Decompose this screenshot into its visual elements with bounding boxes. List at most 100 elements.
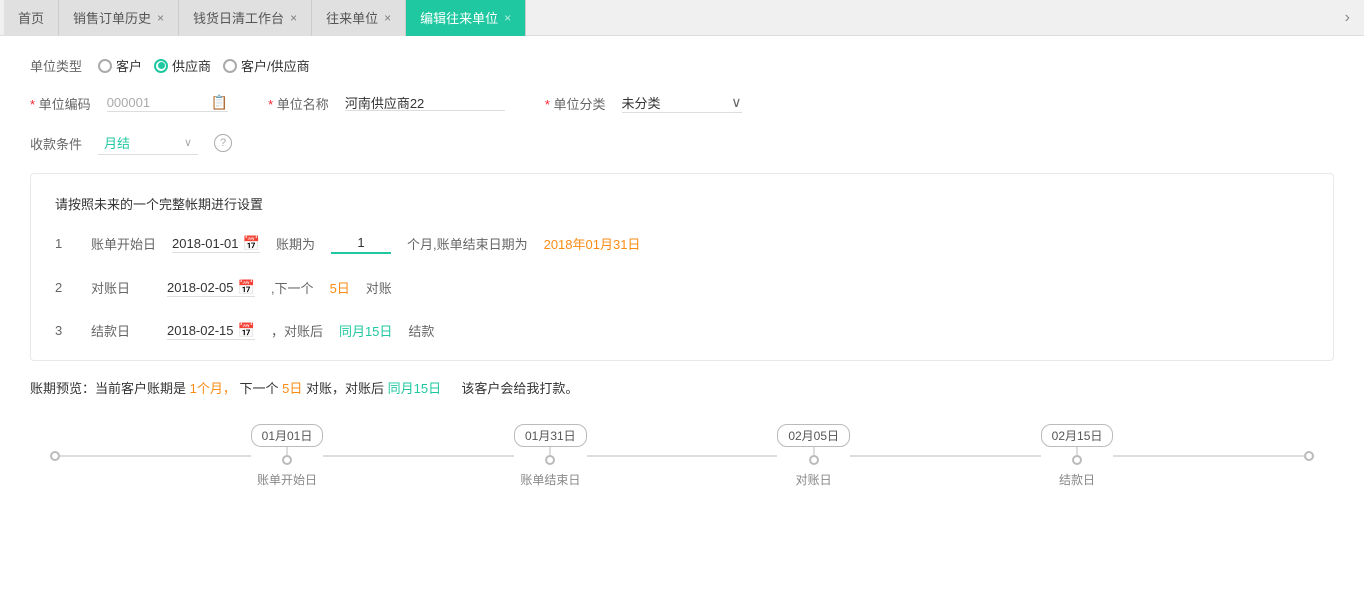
tab-expand-button[interactable]: › [1335,9,1360,27]
preview-text: 账期预览：当前客户账期是 1个月， 下一个 5日 对账，对账后 同月15日 该客… [30,377,1334,400]
period-row-1: 1 账单开始日 2018-01-01 📅 账期为 个月,账单结束日期为 2018… [55,233,1309,254]
tab-sales-history-close[interactable]: × [157,11,164,25]
timeline-node-4-desc: 结款日 [1059,471,1095,488]
timeline-node-4-label: 02月15日 [1041,424,1114,447]
timeline-node-2-stem [549,447,551,455]
tab-sales-history-label: 销售订单历史 [73,8,151,27]
timeline-node-4: 02月15日 结款日 [1041,424,1114,488]
period-row-1-date-value: 2018-01-01 [172,236,239,251]
unit-code-input[interactable] [107,95,207,110]
unit-type-label: 单位类型 [30,56,82,75]
tab-related-unit-label: 往来单位 [326,8,378,27]
radio-customer-supplier[interactable]: 客户/供应商 [223,56,310,75]
tab-cash-workbench[interactable]: 钱货日清工作台 × [179,0,312,36]
preview-prefix: 账期预览：当前客户账期是 [30,381,186,396]
dropdown-arrow-icon: ∨ [184,136,192,149]
tab-edit-related-unit-close[interactable]: × [504,11,511,25]
unit-category-label: 单位分类 [545,94,606,113]
tab-cash-workbench-label: 钱货日清工作台 [193,8,284,27]
payment-terms-row: 收款条件 月结 ∨ ? [30,131,1334,155]
tab-home[interactable]: 首页 [4,0,59,36]
period-row-1-suffix: 个月,账单结束日期为 [407,234,528,253]
period-row-1-end-date: 2018年01月31日 [544,234,641,253]
period-row-2-date-value: 2018-02-05 [167,280,234,295]
preview-highlight1: 1个月， [190,381,236,396]
unit-type-radio-group: 客户 供应商 客户/供应商 [98,56,310,75]
timeline-node-3-stem [813,447,815,455]
timeline-container: 01月01日 账单开始日 01月31日 账单结束日 02月05日 对账日 [30,424,1334,488]
unit-name-field [345,95,505,111]
unit-category-field[interactable]: 未分类 ∨ [622,93,742,113]
period-row-2-prefix: ,下一个 [271,278,314,297]
tab-edit-related-unit[interactable]: 编辑往来单位 × [406,0,526,36]
period-row-2-day-highlight: 5日 [330,278,350,297]
period-row-1-num: 1 [55,236,75,251]
tab-cash-workbench-close[interactable]: × [290,11,297,25]
period-row-3-num: 3 [55,323,75,338]
unit-info-row: 单位编码 📋 单位名称 单位分类 未分类 ∨ [30,93,1334,113]
timeline-node-1: 01月01日 账单开始日 [251,424,324,488]
period-row-3-day-highlight: 同月15日 [339,321,392,340]
help-icon[interactable]: ? [214,134,232,152]
timeline-line-5 [1113,455,1304,457]
unit-code-field: 📋 [107,94,228,112]
period-row-2: 2 对账日 2018-02-05 📅 ,下一个 5日 对账 [55,278,1309,297]
timeline-node-2: 01月31日 账单结束日 [514,424,587,488]
preview-highlight2: 5日 [282,381,302,396]
tab-home-label: 首页 [18,8,44,27]
period-months-input[interactable] [331,233,391,254]
period-row-3-suffix: 结款 [408,321,434,340]
tab-related-unit[interactable]: 往来单位 × [312,0,406,36]
preview-middle1: 下一个 [240,381,279,396]
radio-customer-circle [98,59,112,73]
timeline-node-4-stem [1076,447,1078,455]
timeline-node-1-dot [282,455,292,465]
timeline-node-3: 02月05日 对账日 [777,424,850,488]
period-row-3-prefix: ，对账后 [271,321,323,340]
period-row-1-label: 账单开始日 [91,234,156,253]
timeline-line-2 [323,455,514,457]
period-row-1-date: 2018-01-01 📅 [172,235,260,253]
timeline-line-4 [850,455,1041,457]
period-row-2-label: 对账日 [91,278,151,297]
preview-highlight3: 同月15日 [388,381,441,396]
radio-customer-supplier-circle [223,59,237,73]
timeline-node-2-desc: 账单结束日 [520,471,580,488]
timeline-line-1 [60,455,251,457]
period-row-3-calendar-icon[interactable]: 📅 [238,322,255,339]
timeline-node-3-dot [809,455,819,465]
preview-suffix2: 该客户会给我打款。 [461,381,578,396]
tab-bar: 首页 销售订单历史 × 钱货日清工作台 × 往来单位 × 编辑往来单位 × › [0,0,1364,36]
period-row-1-calendar-icon[interactable]: 📅 [243,235,260,252]
timeline-node-2-label: 01月31日 [514,424,587,447]
timeline-node-1-desc: 账单开始日 [257,471,317,488]
period-row-1-label-after: 账期为 [276,234,315,253]
period-row-3: 3 结款日 2018-02-15 📅 ，对账后 同月15日 结款 [55,321,1309,340]
preview-suffix [445,381,458,396]
tab-edit-related-unit-label: 编辑往来单位 [420,8,498,27]
timeline-node-2-dot [545,455,555,465]
timeline-node-1-stem [286,447,288,455]
period-row-2-suffix: 对账 [366,278,392,297]
period-box-title: 请按照未来的一个完整帐期进行设置 [55,194,1309,213]
timeline-node-1-label: 01月01日 [251,424,324,447]
unit-name-label: 单位名称 [268,94,329,113]
unit-code-icon[interactable]: 📋 [211,94,228,111]
tab-sales-history[interactable]: 销售订单历史 × [59,0,179,36]
unit-code-label: 单位编码 [30,94,91,113]
radio-supplier[interactable]: 供应商 [154,56,211,75]
preview-middle2: 对账，对账后 [306,381,384,396]
radio-customer[interactable]: 客户 [98,56,142,75]
period-row-2-date: 2018-02-05 📅 [167,279,255,297]
period-row-3-label: 结款日 [91,321,151,340]
radio-customer-label: 客户 [116,56,142,75]
payment-terms-label: 收款条件 [30,134,82,153]
period-row-3-date-value: 2018-02-15 [167,323,234,338]
unit-name-input[interactable] [345,95,505,110]
unit-category-value: 未分类 [622,93,726,112]
timeline-node-3-desc: 对账日 [796,471,832,488]
period-row-2-calendar-icon[interactable]: 📅 [238,279,255,296]
chevron-down-icon: ∨ [731,94,741,111]
tab-related-unit-close[interactable]: × [384,11,391,25]
payment-terms-dropdown[interactable]: 月结 ∨ [98,131,198,155]
